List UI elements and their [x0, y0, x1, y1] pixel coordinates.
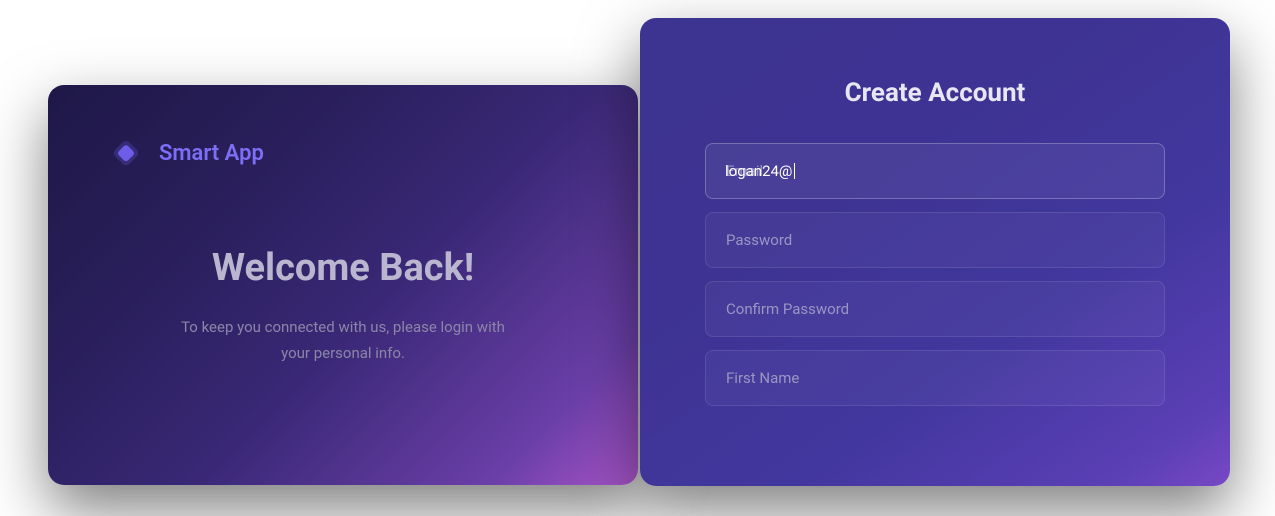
signup-panel: Create Account logan24@ — [640, 18, 1230, 486]
welcome-panel: Smart App Welcome Back! To keep you conn… — [48, 85, 638, 485]
welcome-title: Welcome Back! — [108, 246, 578, 290]
signup-title: Create Account — [705, 78, 1165, 108]
welcome-subtitle: To keep you connected with us, please lo… — [168, 315, 518, 366]
confirm-password-input[interactable] — [705, 281, 1165, 337]
password-input[interactable] — [705, 212, 1165, 268]
signup-form: logan24@ — [705, 143, 1165, 406]
email-input[interactable] — [705, 143, 1165, 199]
diamond-icon — [108, 135, 144, 171]
app-name: Smart App — [159, 141, 264, 166]
email-field-wrapper: logan24@ — [705, 143, 1165, 199]
first-name-input[interactable] — [705, 350, 1165, 406]
brand-logo-area: Smart App — [108, 135, 578, 171]
